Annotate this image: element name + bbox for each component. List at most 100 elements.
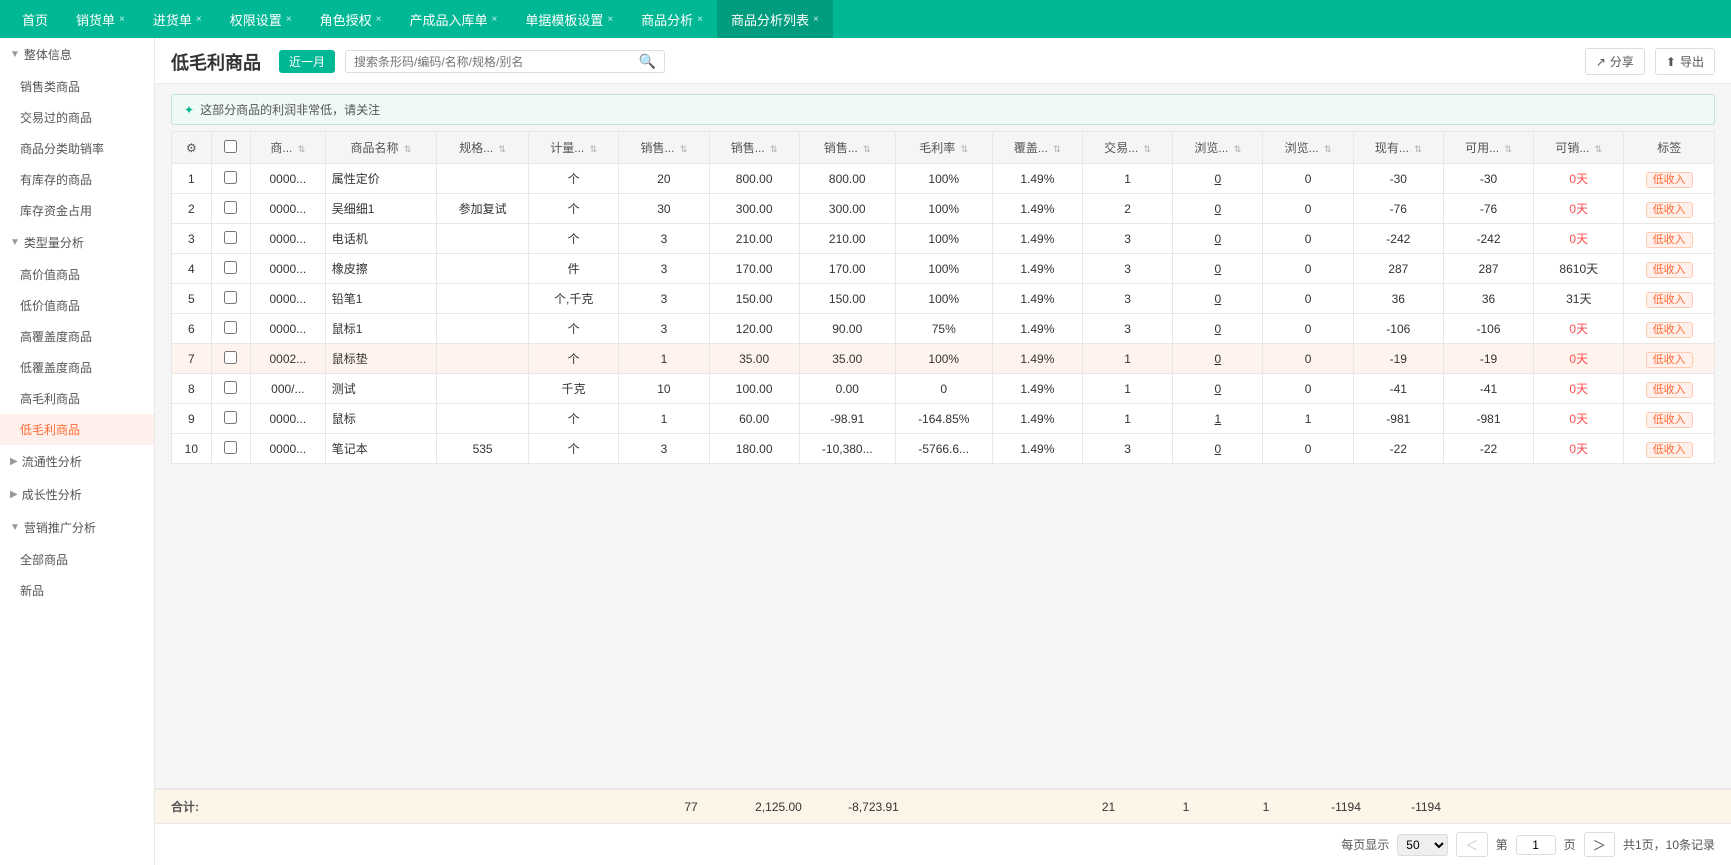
- row-name[interactable]: 笔记本: [325, 434, 436, 464]
- row-name[interactable]: 鼠标垫: [325, 344, 436, 374]
- next-page-button[interactable]: ＞: [1584, 832, 1615, 857]
- browse1-link[interactable]: 0: [1214, 292, 1221, 306]
- sidebar-group-growth-title[interactable]: ▶ 成长性分析: [0, 478, 154, 511]
- nav-purchase[interactable]: 进货单 ×: [139, 0, 216, 38]
- row-check[interactable]: [211, 254, 250, 284]
- nav-purchase-close[interactable]: ×: [196, 14, 202, 25]
- row-browse1[interactable]: 0: [1173, 254, 1263, 284]
- export-button[interactable]: ⬆ 导出: [1655, 48, 1715, 75]
- sidebar-item-new-goods[interactable]: 新品: [0, 575, 154, 606]
- sidebar-item-low-value[interactable]: 低价值商品: [0, 290, 154, 321]
- sidebar-item-traded-goods[interactable]: 交易过的商品: [0, 102, 154, 133]
- sidebar-item-sales-goods[interactable]: 销售类商品: [0, 71, 154, 102]
- row-name[interactable]: 吴细细1: [325, 194, 436, 224]
- row-checkbox-6[interactable]: [224, 351, 237, 364]
- sidebar-item-high-coverage[interactable]: 高覆盖度商品: [0, 321, 154, 352]
- col-browse1[interactable]: 浏览... ⇅: [1173, 132, 1263, 164]
- nav-role-close[interactable]: ×: [376, 14, 382, 25]
- row-checkbox-0[interactable]: [224, 171, 237, 184]
- col-trade[interactable]: 交易... ⇅: [1082, 132, 1172, 164]
- sidebar-item-inventory-goods[interactable]: 有库存的商品: [0, 164, 154, 195]
- sidebar-item-all-goods[interactable]: 全部商品: [0, 544, 154, 575]
- browse1-link[interactable]: 0: [1214, 202, 1221, 216]
- share-button[interactable]: ↗ 分享: [1585, 48, 1645, 75]
- per-page-select[interactable]: 50 100 200: [1397, 834, 1448, 856]
- browse1-link[interactable]: 0: [1214, 262, 1221, 276]
- row-check[interactable]: [211, 434, 250, 464]
- row-browse1[interactable]: 0: [1173, 344, 1263, 374]
- sidebar-item-high-margin[interactable]: 高毛利商品: [0, 383, 154, 414]
- row-name[interactable]: 铅笔1: [325, 284, 436, 314]
- col-name[interactable]: 商品名称 ⇅: [325, 132, 436, 164]
- row-check[interactable]: [211, 404, 250, 434]
- col-sales-amount[interactable]: 销售... ⇅: [799, 132, 895, 164]
- nav-sales-close[interactable]: ×: [119, 14, 125, 25]
- row-name[interactable]: 电话机: [325, 224, 436, 254]
- row-checkbox-9[interactable]: [224, 441, 237, 454]
- row-check[interactable]: [211, 164, 250, 194]
- sidebar-item-category-rate[interactable]: 商品分类助销率: [0, 133, 154, 164]
- row-browse1[interactable]: 1: [1173, 404, 1263, 434]
- col-unit[interactable]: 计量... ⇅: [529, 132, 619, 164]
- nav-home[interactable]: 首页: [8, 0, 62, 38]
- row-check[interactable]: [211, 224, 250, 254]
- nav-permission-close[interactable]: ×: [286, 14, 292, 25]
- row-name[interactable]: 鼠标1: [325, 314, 436, 344]
- row-name[interactable]: 鼠标: [325, 404, 436, 434]
- nav-goods-analysis[interactable]: 商品分析 ×: [627, 0, 717, 38]
- row-browse1[interactable]: 0: [1173, 224, 1263, 254]
- sidebar-group-marketing-title[interactable]: ▼ 营销推广分析: [0, 511, 154, 544]
- row-browse1[interactable]: 0: [1173, 314, 1263, 344]
- sidebar-item-low-margin[interactable]: 低毛利商品: [0, 414, 154, 445]
- col-available[interactable]: 可用... ⇅: [1443, 132, 1533, 164]
- sidebar-group-flow-title[interactable]: ▶ 流通性分析: [0, 445, 154, 478]
- nav-template[interactable]: 单据模板设置 ×: [511, 0, 627, 38]
- row-browse1[interactable]: 0: [1173, 374, 1263, 404]
- col-sales-qty[interactable]: 销售... ⇅: [619, 132, 709, 164]
- nav-goods-analysis-close[interactable]: ×: [697, 14, 703, 25]
- col-coverage[interactable]: 覆盖... ⇅: [992, 132, 1082, 164]
- page-input[interactable]: [1516, 835, 1556, 855]
- row-checkbox-1[interactable]: [224, 201, 237, 214]
- nav-role[interactable]: 角色授权 ×: [306, 0, 396, 38]
- col-browse2[interactable]: 浏览... ⇅: [1263, 132, 1353, 164]
- col-spec[interactable]: 规格... ⇅: [437, 132, 529, 164]
- browse1-link[interactable]: 0: [1214, 322, 1221, 336]
- row-name[interactable]: 橡皮擦: [325, 254, 436, 284]
- row-check[interactable]: [211, 314, 250, 344]
- row-browse1[interactable]: 0: [1173, 194, 1263, 224]
- row-checkbox-3[interactable]: [224, 261, 237, 274]
- row-checkbox-8[interactable]: [224, 411, 237, 424]
- row-checkbox-7[interactable]: [224, 381, 237, 394]
- row-checkbox-5[interactable]: [224, 321, 237, 334]
- col-current[interactable]: 现有... ⇅: [1353, 132, 1443, 164]
- search-input[interactable]: [354, 55, 639, 69]
- browse1-link[interactable]: 0: [1214, 232, 1221, 246]
- select-all-checkbox[interactable]: [224, 140, 237, 153]
- row-browse1[interactable]: 0: [1173, 284, 1263, 314]
- col-code[interactable]: 商... ⇅: [250, 132, 325, 164]
- row-check[interactable]: [211, 284, 250, 314]
- nav-goods-list-close[interactable]: ×: [813, 14, 819, 25]
- row-browse1[interactable]: 0: [1173, 434, 1263, 464]
- row-checkbox-2[interactable]: [224, 231, 237, 244]
- sidebar-group-type-title[interactable]: ▼ 类型量分析: [0, 226, 154, 259]
- nav-goods-list[interactable]: 商品分析列表 ×: [717, 0, 833, 38]
- sidebar-item-inventory-capital[interactable]: 库存资金占用: [0, 195, 154, 226]
- settings-icon[interactable]: ⚙: [186, 141, 197, 155]
- row-check[interactable]: [211, 344, 250, 374]
- browse1-link[interactable]: 0: [1214, 442, 1221, 456]
- row-name[interactable]: 属性定价: [325, 164, 436, 194]
- row-check[interactable]: [211, 194, 250, 224]
- col-gross-rate[interactable]: 毛利率 ⇅: [895, 132, 992, 164]
- col-settings[interactable]: ⚙: [172, 132, 212, 164]
- row-check[interactable]: [211, 374, 250, 404]
- row-name[interactable]: 测试: [325, 374, 436, 404]
- row-browse1[interactable]: 0: [1173, 164, 1263, 194]
- nav-permission[interactable]: 权限设置 ×: [216, 0, 306, 38]
- sidebar-item-low-coverage[interactable]: 低覆盖度商品: [0, 352, 154, 383]
- prev-page-button[interactable]: ＜: [1456, 832, 1487, 857]
- col-sellable[interactable]: 可销... ⇅: [1534, 132, 1624, 164]
- search-icon[interactable]: 🔍: [639, 53, 656, 70]
- nav-sales[interactable]: 销货单 ×: [62, 0, 139, 38]
